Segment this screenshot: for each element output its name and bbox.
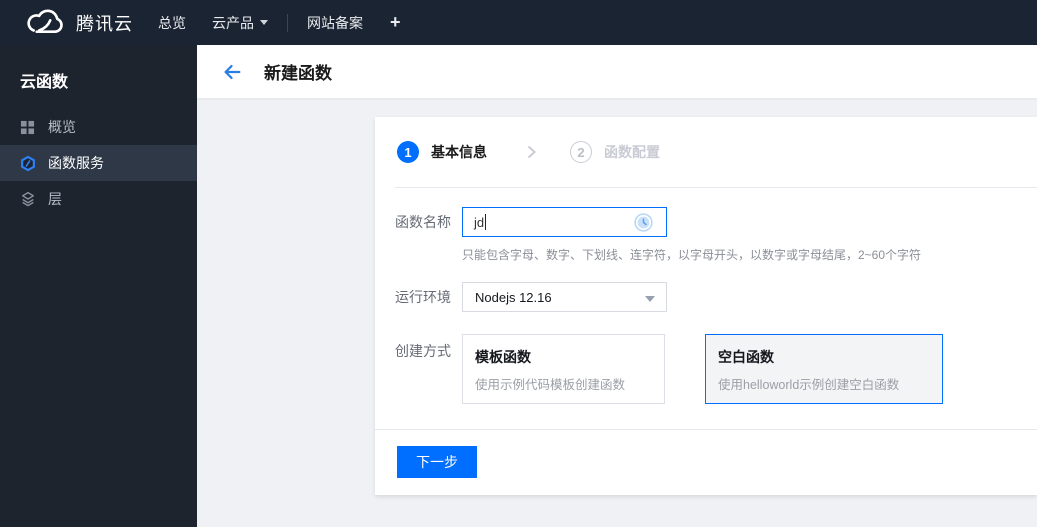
grid-icon [20, 119, 36, 135]
chevron-down-icon [260, 20, 268, 25]
scf-hexagon-icon [20, 155, 36, 171]
sidebar-item-overview[interactable]: 概览 [0, 109, 197, 145]
topnav-cloud-products[interactable]: 云产品 [199, 0, 281, 45]
function-name-row: 函数名称 jd [395, 207, 1037, 237]
add-tab-button[interactable]: + [376, 0, 415, 45]
plus-icon: + [390, 12, 401, 32]
sidebar-item-layers[interactable]: 层 [0, 181, 197, 217]
sidebar-product-title: 云函数 [20, 74, 69, 91]
sidebar: 云函数 概览 函数服务 层 [0, 45, 197, 527]
function-name-label: 函数名称 [395, 214, 451, 230]
top-navigation: 总览 云产品 网站备案 + [145, 0, 415, 45]
method-card-template-function[interactable]: 模板函数 使用示例代码模板创建函数 [462, 334, 665, 404]
runtime-row: 运行环境 Nodejs 12.16 [395, 282, 1037, 312]
method-card-title: 模板函数 [475, 349, 531, 365]
sidebar-item-label: 函数服务 [48, 155, 104, 171]
footer-divider [375, 429, 1037, 430]
basic-info-form: 函数名称 jd 只能包含字母、数字、下划线、连字符，以字母开头，以数字或字母结尾… [375, 188, 1037, 478]
step-chevron-icon [527, 145, 536, 159]
content-area: 1 基本信息 2 函数配置 函数名称 jd 只能包含字母、数字、下划线、连字符，… [197, 98, 1037, 527]
page-header: 新建函数 [197, 45, 1037, 98]
next-step-button[interactable]: 下一步 [397, 446, 477, 478]
step-1-label: 基本信息 [431, 144, 487, 160]
topnav-icp-filing[interactable]: 网站备案 [294, 0, 376, 45]
arrow-left-icon [224, 64, 241, 79]
function-name-input[interactable]: jd [462, 207, 667, 237]
function-name-hint: 只能包含字母、数字、下划线、连字符，以字母开头，以数字或字母结尾，2~60个字符 [462, 248, 922, 262]
sidebar-item-function-service[interactable]: 函数服务 [0, 145, 197, 181]
sidebar-item-label: 概览 [48, 119, 76, 135]
method-card-blank-function[interactable]: 空白函数 使用helloworld示例创建空白函数 [705, 334, 943, 404]
method-card-desc: 使用helloworld示例创建空白函数 [718, 378, 900, 392]
page-title: 新建函数 [264, 64, 332, 83]
method-card-desc: 使用示例代码模板创建函数 [475, 378, 626, 392]
back-button[interactable] [221, 61, 243, 83]
creation-method-cards: 模板函数 使用示例代码模板创建函数 空白函数 使用helloworld示例创建空… [462, 334, 943, 404]
creation-method-row: 创建方式 模板函数 使用示例代码模板创建函数 空白函数 使用helloworld… [395, 334, 1037, 404]
layers-icon [20, 191, 36, 207]
runtime-select[interactable]: Nodejs 12.16 [462, 282, 667, 312]
step-1-circle: 1 [397, 141, 419, 163]
topnav-divider [287, 13, 288, 32]
topbar: 腾讯云 总览 云产品 网站备案 + [0, 0, 1037, 45]
runtime-label: 运行环境 [395, 289, 451, 305]
brand-name: 腾讯云 [76, 13, 133, 34]
creation-method-label: 创建方式 [395, 343, 451, 359]
function-name-value: jd [474, 214, 485, 230]
pending-clock-icon [634, 213, 653, 232]
tencent-cloud-logo[interactable]: 腾讯云 [0, 9, 133, 37]
step-2-circle: 2 [570, 141, 592, 163]
wizard-stepper: 1 基本信息 2 函数配置 [395, 117, 1037, 187]
new-function-panel: 1 基本信息 2 函数配置 函数名称 jd 只能包含字母、数字、下划线、连字符，… [375, 117, 1037, 495]
tencent-cloud-logo-icon [25, 9, 65, 37]
method-card-title: 空白函数 [718, 349, 774, 365]
dropdown-caret-icon [645, 296, 655, 302]
topnav-overview[interactable]: 总览 [145, 0, 199, 45]
sidebar-item-label: 层 [48, 191, 62, 207]
runtime-selected-value: Nodejs 12.16 [475, 289, 552, 305]
step-2-label: 函数配置 [604, 144, 660, 160]
text-cursor [485, 214, 487, 230]
